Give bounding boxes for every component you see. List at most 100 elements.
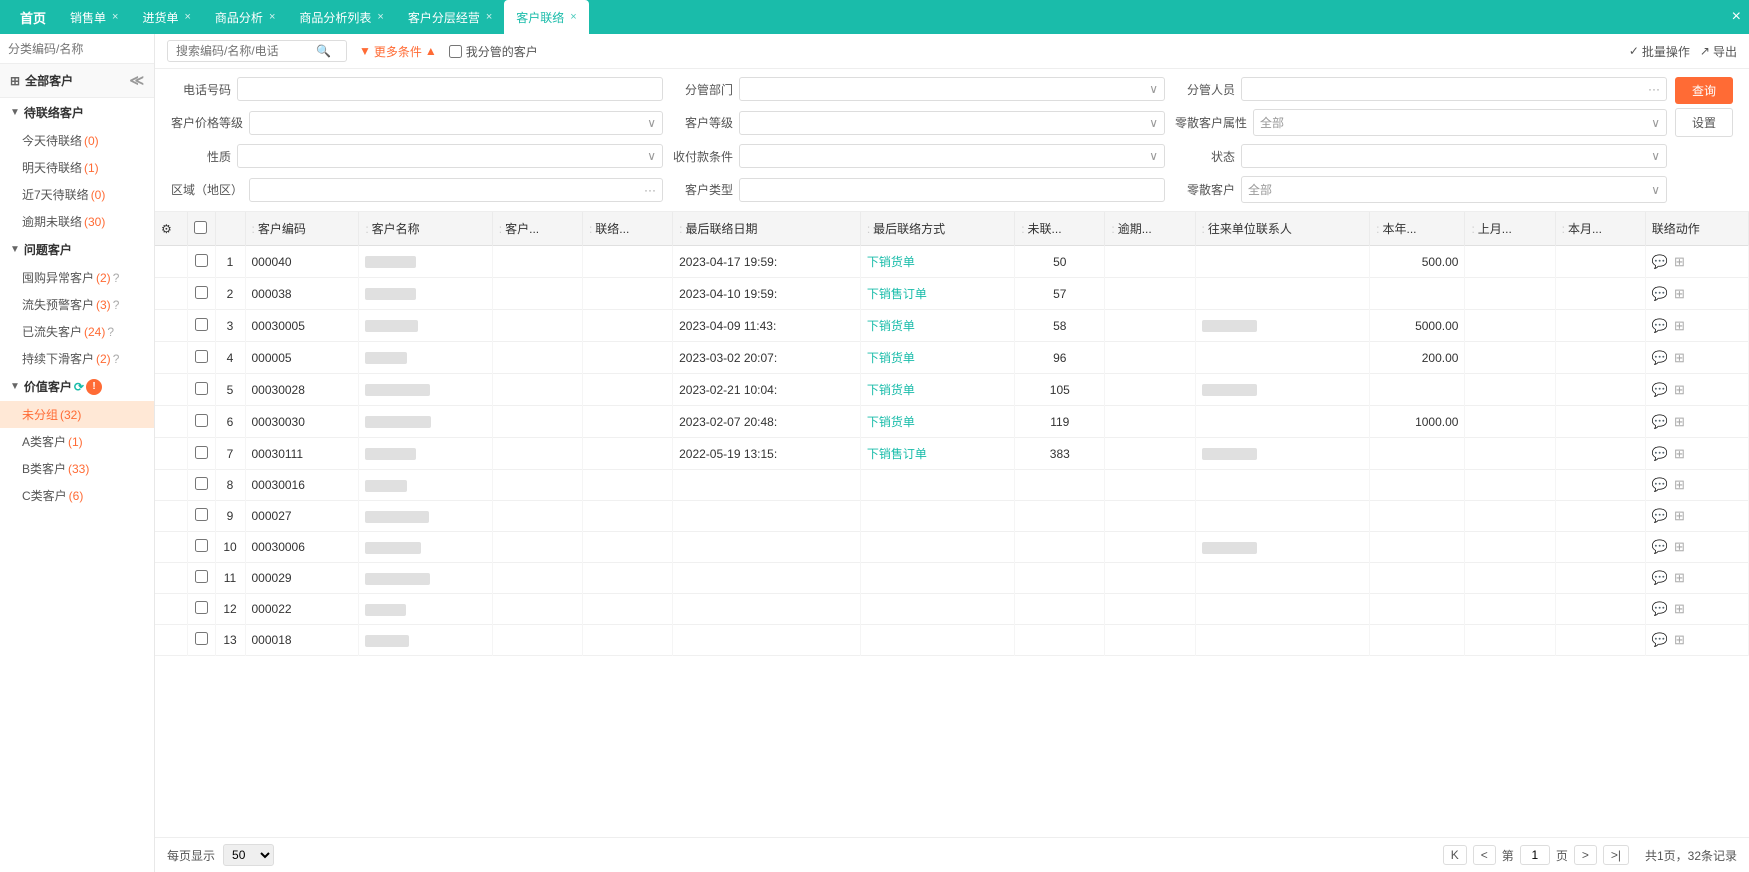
nav-product-analysis[interactable]: 商品分析 × [203,0,287,34]
col-checkbox[interactable] [187,212,215,246]
row-actions[interactable]: 💬 ⊞ [1645,470,1748,501]
dept-select[interactable]: ∨ [739,77,1165,101]
row-last-way[interactable]: 下销货单 [860,374,1014,406]
payment-select[interactable]: ∨ [739,144,1165,168]
action-comment-icon[interactable]: 💬 [1652,446,1668,462]
row-actions[interactable]: 💬 ⊞ [1645,406,1748,438]
col-code[interactable]: :客户编码 [245,212,359,246]
row-actions[interactable]: 💬 ⊞ [1645,310,1748,342]
col-contact[interactable]: :联络... [582,212,672,246]
row-last-way[interactable]: 下销货单 [860,310,1014,342]
main-search-icon[interactable]: 🔍 [316,44,331,58]
action-comment-icon[interactable]: 💬 [1652,477,1668,493]
sidebar-item-declining[interactable]: 持续下滑客户(2)? [0,345,154,372]
row-actions[interactable]: 💬 ⊞ [1645,501,1748,532]
action-comment-icon[interactable]: 💬 [1652,632,1668,648]
close-purchase-tab[interactable]: × [184,11,190,23]
row-actions[interactable]: 💬 ⊞ [1645,342,1748,374]
row-actions[interactable]: 💬 ⊞ [1645,438,1748,470]
manager-input[interactable]: ··· [1241,77,1667,101]
main-search-input[interactable] [176,44,316,58]
search-button[interactable]: 查询 [1675,77,1733,104]
sidebar-item-abnormal[interactable]: 囤购异常客户(2)? [0,264,154,291]
col-this-month[interactable]: :本月... [1555,212,1645,246]
row-checkbox[interactable] [187,406,215,438]
action-comment-icon[interactable]: 💬 [1652,601,1668,617]
row-last-way[interactable]: 下销货单 [860,406,1014,438]
zero-attr-select[interactable]: 全部 ∨ [1253,109,1667,136]
row-actions[interactable]: 💬 ⊞ [1645,532,1748,563]
reset-button[interactable]: 设置 [1675,108,1733,137]
row-last-way[interactable] [860,625,1014,656]
prev-page-btn[interactable]: < [1473,845,1496,865]
col-contact-person[interactable]: :往来单位联系人 [1195,212,1370,246]
col-no-contact[interactable]: :未联... [1015,212,1105,246]
close-segment-tab[interactable]: × [486,11,492,23]
row-last-way[interactable] [860,532,1014,563]
col-last-way[interactable]: :最后联络方式 [860,212,1014,246]
action-grid-icon[interactable]: ⊞ [1674,382,1685,398]
status-select[interactable]: ∨ [1241,144,1667,168]
row-actions[interactable]: 💬 ⊞ [1645,625,1748,656]
row-actions[interactable]: 💬 ⊞ [1645,594,1748,625]
action-comment-icon[interactable]: 💬 [1652,318,1668,334]
action-grid-icon[interactable]: ⊞ [1674,254,1685,270]
zero-customer-select[interactable]: 全部 ∨ [1241,176,1667,203]
sidebar-item-lost[interactable]: 已流失客户(24)? [0,318,154,345]
action-comment-icon[interactable]: 💬 [1652,508,1668,524]
col-type[interactable]: :客户... [492,212,582,246]
region-input[interactable]: ··· [249,178,663,202]
action-comment-icon[interactable]: 💬 [1652,382,1668,398]
sidebar-item-7days[interactable]: 近7天待联络(0) [0,181,154,208]
row-last-way[interactable]: 下销售订单 [860,278,1014,310]
select-all-checkbox[interactable] [194,221,207,234]
row-last-way[interactable] [860,563,1014,594]
row-checkbox[interactable] [187,310,215,342]
col-settings[interactable]: ⚙ [155,212,187,246]
next-page-btn[interactable]: > [1574,845,1597,865]
nav-product-analysis-list[interactable]: 商品分析列表 × [287,0,395,34]
row-last-way[interactable]: 下销货单 [860,342,1014,374]
action-comment-icon[interactable]: 💬 [1652,254,1668,270]
row-checkbox[interactable] [187,501,215,532]
col-last-month[interactable]: :上月... [1465,212,1555,246]
sidebar-item-classA[interactable]: A类客户(1) [0,428,154,455]
action-grid-icon[interactable]: ⊞ [1674,601,1685,617]
action-grid-icon[interactable]: ⊞ [1674,318,1685,334]
row-last-way[interactable] [860,594,1014,625]
nav-sales[interactable]: 销售单 × [58,0,130,34]
sidebar-item-ungroup[interactable]: 未分组(32) [0,401,154,428]
nature-select[interactable]: ∨ [237,144,663,168]
main-search-box[interactable]: 🔍 [167,40,347,62]
row-checkbox[interactable] [187,246,215,278]
action-grid-icon[interactable]: ⊞ [1674,446,1685,462]
row-actions[interactable]: 💬 ⊞ [1645,374,1748,406]
sidebar-item-overdue[interactable]: 逾期未联络(30) [0,208,154,235]
action-grid-icon[interactable]: ⊞ [1674,539,1685,555]
row-last-way[interactable]: 下销售订单 [860,438,1014,470]
row-actions[interactable]: 💬 ⊞ [1645,246,1748,278]
close-window-button[interactable]: × [1732,8,1741,26]
more-filters-btn[interactable]: ▼ 更多条件 ▲ [359,43,437,60]
my-customers-check[interactable]: 我分管的客户 [449,43,538,60]
nav-customer-contact[interactable]: 客户联络 × [504,0,588,34]
first-page-btn[interactable]: K [1443,845,1467,865]
action-grid-icon[interactable]: ⊞ [1674,350,1685,366]
phone-input[interactable] [237,77,663,101]
refresh-icon[interactable]: ⟳ [74,380,84,394]
nav-customer-segment[interactable]: 客户分层经营 × [396,0,504,34]
export-btn[interactable]: ↗ 导出 [1700,43,1737,60]
customer-level-select[interactable]: ∨ [739,111,1165,135]
row-checkbox[interactable] [187,342,215,374]
close-product-analysis-tab[interactable]: × [269,11,275,23]
sidebar-search-box[interactable]: 🔍 [0,34,154,64]
row-last-way[interactable]: 下销货单 [860,246,1014,278]
page-size-select[interactable]: 50 100 [223,844,274,866]
page-input[interactable] [1520,845,1550,865]
action-grid-icon[interactable]: ⊞ [1674,570,1685,586]
action-comment-icon[interactable]: 💬 [1652,414,1668,430]
col-overdue[interactable]: :逾期... [1105,212,1195,246]
action-comment-icon[interactable]: 💬 [1652,539,1668,555]
row-actions[interactable]: 💬 ⊞ [1645,563,1748,594]
close-sales-tab[interactable]: × [112,11,118,23]
